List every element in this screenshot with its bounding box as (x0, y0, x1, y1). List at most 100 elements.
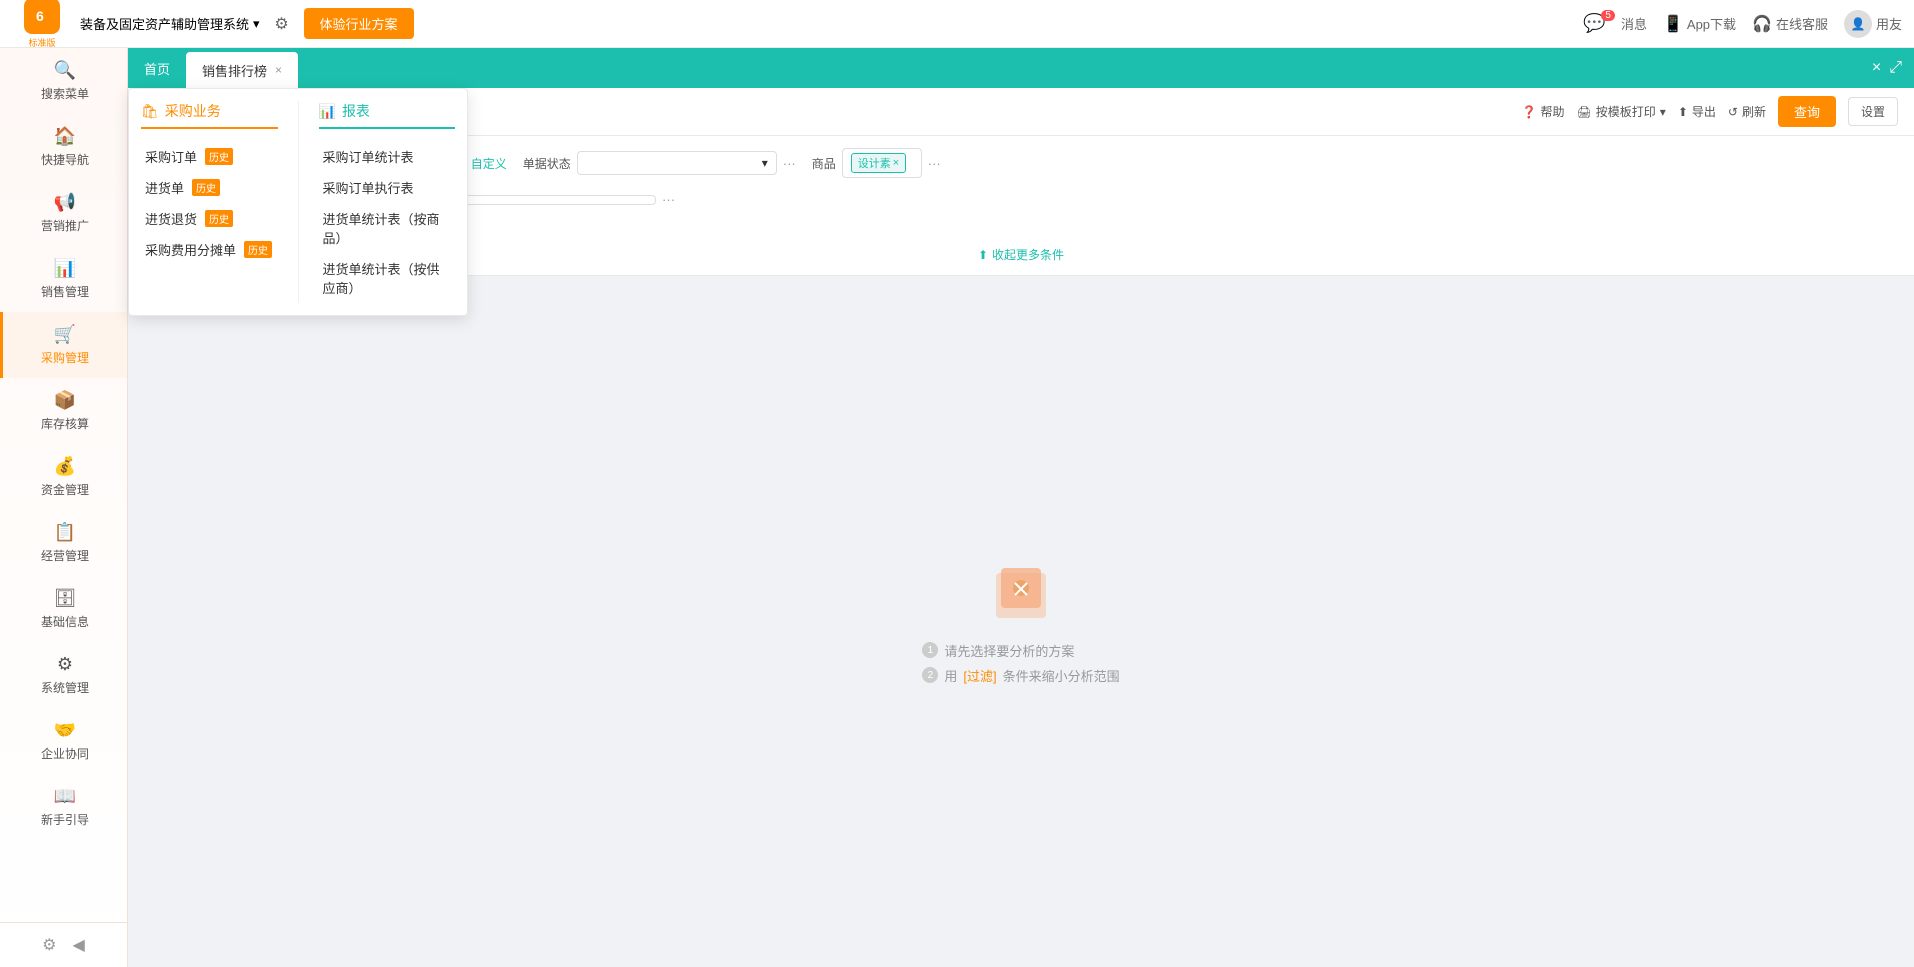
menu-item-purchase-expense[interactable]: 采购费用分摊单 历史 (141, 234, 278, 265)
marketing-icon: 📢 (54, 192, 76, 213)
menu-item-label-purchase-receipt: 进货单 (145, 178, 184, 197)
status-dots[interactable]: ··· (783, 156, 796, 171)
sidebar-item-label-search: 搜索菜单 (41, 85, 89, 102)
help-button[interactable]: ❓ 帮助 (1522, 103, 1565, 120)
sidebar-item-guide[interactable]: 📖 新手引导 (0, 774, 127, 840)
menu-item-label-order-exec: 采购订单执行表 (323, 178, 414, 197)
tab-home[interactable]: 首页 (128, 48, 186, 88)
date-shortcut-custom[interactable]: 自定义 (471, 155, 507, 172)
query-button[interactable]: 查询 (1778, 96, 1836, 127)
app-download-item[interactable]: 📱 App下载 (1663, 14, 1736, 34)
status-control[interactable]: ▾ (577, 151, 777, 175)
sidebar-settings-icon[interactable]: ⚙ (42, 935, 56, 955)
collapse-up-icon: ⬆ (978, 248, 988, 262)
sidebar-item-label-quick-nav: 快捷导航 (41, 151, 89, 168)
menu-item-purchase-return[interactable]: 进货退货 历史 (141, 203, 278, 234)
refresh-icon: ↺ (1728, 105, 1738, 119)
menu-item-purchase-receipt[interactable]: 进货单 历史 (141, 172, 278, 203)
tab-close-all-icon[interactable]: × (1872, 59, 1881, 77)
operations-icon: 📋 (54, 522, 76, 543)
settings-icon[interactable]: ⚙ (268, 10, 296, 38)
report-menu-icon: 📊 (319, 103, 336, 120)
industry-button[interactable]: 体验行业方案 (304, 8, 414, 39)
history-badge-receipt: 历史 (192, 179, 220, 196)
menu-item-receipt-stats-supplier[interactable]: 进货单统计表（按供应商） (319, 253, 456, 303)
tab-sales-ranking[interactable]: 销售排行榜 × (186, 52, 298, 88)
hint-text-2-prefix: 用 (944, 666, 957, 685)
status-chevron-icon: ▾ (762, 156, 768, 170)
logo-text: 标准版 (28, 36, 55, 49)
purchase-section-label: 采购业务 (165, 101, 221, 121)
status-label: 单据状态 (523, 155, 571, 172)
user-item[interactable]: 👤 用友 (1844, 10, 1902, 38)
hint-text-2-highlight: [过滤] (963, 666, 996, 685)
sidebar-item-purchase[interactable]: 🛒 采购管理 (0, 312, 127, 378)
hint-num-1: 1 (922, 642, 938, 658)
purchase-icon: 🛒 (54, 324, 76, 345)
top-bar-left: 6 标准版 装备及固定资产辅助管理系统 ▾ ⚙ 体验行业方案 (12, 0, 414, 49)
system-name-label: 装备及固定资产辅助管理系统 (80, 14, 249, 33)
sidebar-item-system[interactable]: ⚙ 系统管理 (0, 642, 127, 708)
system-name-dropdown[interactable]: 装备及固定资产辅助管理系统 ▾ (80, 14, 260, 33)
sidebar-item-cooperation[interactable]: 🤝 企业协同 (0, 708, 127, 774)
tab-expand-icon[interactable]: ⤢ (1889, 59, 1902, 77)
purchase-menu-icon: 🛍 (141, 103, 159, 120)
menu-item-receipt-stats-goods[interactable]: 进货单统计表（按商品） (319, 203, 456, 253)
goods-control[interactable]: 设计素 × (842, 148, 922, 178)
menu-item-order-exec[interactable]: 采购订单执行表 (319, 172, 456, 203)
menu-purchase-section: 🛍 采购业务 采购订单 历史 进货单 历史 进货退货 历史 采购费用分摊单 历史 (141, 101, 278, 303)
empty-state-illustration (981, 553, 1061, 633)
empty-hint-1: 1 请先选择要分析的方案 (922, 641, 1119, 660)
sidebar-item-sales[interactable]: 📊 销售管理 (0, 246, 127, 312)
base-info-icon: 🗄 (54, 588, 77, 609)
history-badge-expense: 历史 (244, 241, 272, 258)
sidebar-item-label-guide: 新手引导 (41, 811, 89, 828)
sidebar-item-finance[interactable]: 💰 资金管理 (0, 444, 127, 510)
tab-bar-right: × ⤢ (1872, 59, 1914, 77)
sidebar-item-operations[interactable]: 📋 经营管理 (0, 510, 127, 576)
help-icon: ❓ (1522, 105, 1537, 119)
sidebar: 🔍 搜索菜单 🏠 快捷导航 📢 营销推广 📊 销售管理 🛒 采购管理 📦 (0, 48, 128, 967)
sidebar-item-quick-nav[interactable]: 🏠 快捷导航 (0, 114, 127, 180)
online-service-item[interactable]: 🎧 在线客服 (1752, 14, 1828, 34)
menu-item-order-stats[interactable]: 采购订单统计表 (319, 141, 456, 172)
sales-icon: 📊 (54, 258, 76, 279)
salesperson-control[interactable] (456, 195, 656, 205)
sidebar-item-marketing[interactable]: 📢 营销推广 (0, 180, 127, 246)
menu-item-label-purchase-return: 进货退货 (145, 209, 197, 228)
print-button[interactable]: 🖨 按模板打印 ▾ (1577, 103, 1666, 120)
goods-label: 商品 (812, 155, 836, 172)
sidebar-item-inventory[interactable]: 📦 库存核算 (0, 378, 127, 444)
search-icon: 🔍 (54, 60, 76, 81)
goods-dots[interactable]: ··· (928, 156, 941, 171)
menu-item-label-receipt-stats-goods: 进货单统计表（按商品） (323, 209, 452, 247)
hint-text-2-suffix: 条件来缩小分析范围 (1003, 666, 1120, 685)
menu-item-purchase-order[interactable]: 采购订单 历史 (141, 141, 278, 172)
refresh-button[interactable]: ↺ 刷新 (1728, 103, 1766, 120)
salesperson-dots[interactable]: ··· (662, 192, 675, 207)
empty-hint-2: 2 用 [过滤] 条件来缩小分析范围 (922, 666, 1119, 685)
sidebar-item-label-purchase: 采购管理 (41, 349, 89, 366)
report-section-label: 报表 (342, 101, 370, 121)
phone-icon: 📱 (1663, 14, 1683, 34)
message-icon-item[interactable]: 💬 5 消息 (1583, 13, 1647, 34)
svg-text:6: 6 (36, 8, 44, 24)
finance-icon: 💰 (54, 456, 76, 477)
export-button[interactable]: ⬆ 导出 (1678, 103, 1716, 120)
dropdown-chevron-icon: ▾ (253, 16, 260, 32)
message-label: 消息 (1621, 14, 1647, 33)
tab-close-icon[interactable]: × (275, 63, 282, 77)
sidebar-item-base-info[interactable]: 🗄 基础信息 (0, 576, 127, 642)
hint-num-2: 2 (922, 667, 938, 683)
goods-tag-close-icon[interactable]: × (893, 157, 899, 169)
empty-state: 1 请先选择要分析的方案 2 用 [过滤] 条件来缩小分析范围 (922, 553, 1119, 691)
settings-button[interactable]: 设置 (1848, 97, 1898, 126)
sidebar-item-label-cooperation: 企业协同 (41, 745, 89, 762)
top-bar: 6 标准版 装备及固定资产辅助管理系统 ▾ ⚙ 体验行业方案 💬 5 消息 📱 … (0, 0, 1914, 48)
sidebar-collapse-icon[interactable]: ◀ (73, 935, 85, 955)
export-label: 导出 (1692, 103, 1716, 120)
sidebar-item-search[interactable]: 🔍 搜索菜单 (0, 48, 127, 114)
logo-icon: 6 (24, 0, 60, 34)
empty-hints: 1 请先选择要分析的方案 2 用 [过滤] 条件来缩小分析范围 (922, 641, 1119, 691)
logo-area: 6 标准版 (12, 0, 72, 49)
